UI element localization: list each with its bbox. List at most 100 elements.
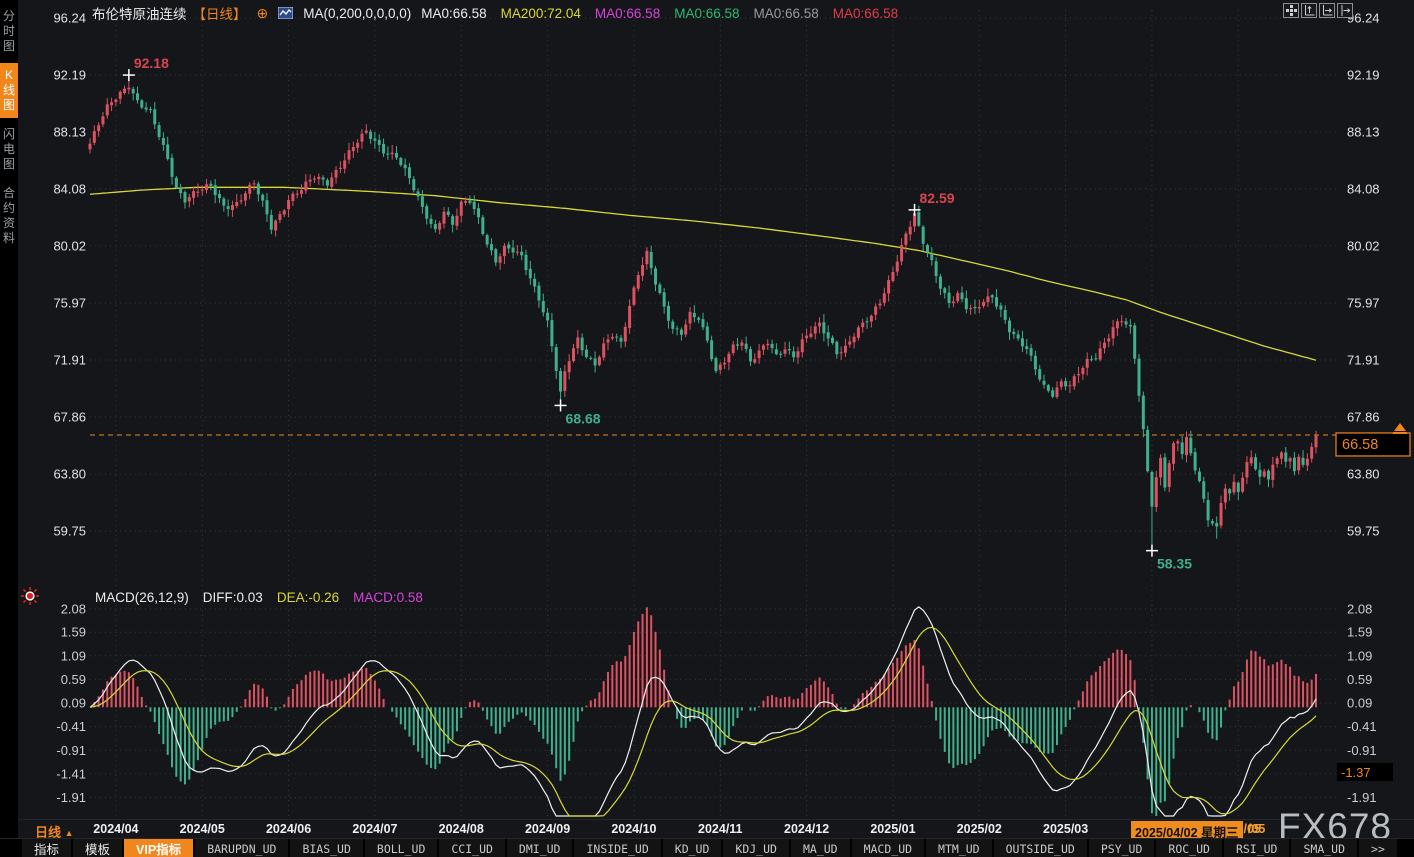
toolbar-tab-MA_UD[interactable]: MA_UD [790, 839, 852, 857]
macd-bar [853, 704, 856, 708]
macd-bar [796, 698, 799, 708]
candle-body [1279, 452, 1283, 459]
candle-body [520, 251, 524, 256]
sidebar-tab-3[interactable]: 合 约 资 料 [0, 181, 18, 251]
toolbar-tab-VIP-[interactable]: VIP指标 [124, 839, 196, 857]
candle-body [1249, 457, 1253, 464]
macd-bar [201, 707, 204, 750]
toolbar-tab-BOLL_UD[interactable]: BOLL_UD [364, 839, 440, 857]
toolbar-tab-KD_UD[interactable]: KD_UD [662, 839, 724, 857]
toolbar-tab-BIAS_UD[interactable]: BIAS_UD [290, 839, 365, 857]
alert-burst-icon[interactable] [20, 586, 40, 606]
x-axis-label: 2024/11 [698, 822, 743, 836]
toolbar-tab-ROC_UD[interactable]: ROC_UD [1156, 839, 1224, 857]
extreme-price-label: 92.18 [134, 55, 169, 71]
candle-body [593, 358, 597, 366]
chart-plot[interactable]: 2024/04 2024/05 2024/06 2024/07 2024/08 2024/… [0, 0, 1414, 857]
candle-body [567, 361, 571, 373]
shift-right-icon[interactable] [1337, 3, 1353, 18]
candle-body [546, 312, 550, 321]
macd-bar [227, 707, 230, 721]
macd-bar [1163, 707, 1166, 802]
sidebar: 分 时 图 K 线 图闪 电 图合 约 资 料 [0, 0, 18, 838]
macd-bar [555, 707, 558, 769]
macd-bar [1207, 707, 1210, 733]
price-axis-label-right: 80.02 [1347, 239, 1380, 254]
candle-body [407, 167, 411, 179]
candle-body [774, 349, 778, 355]
candle-body [645, 250, 649, 265]
toolbar-tab-CCI_UD[interactable]: CCI_UD [439, 839, 507, 857]
candle-body [123, 88, 127, 94]
candle-body [796, 351, 800, 358]
candle-body [300, 190, 304, 194]
toolbar-tab-MACD_UD[interactable]: MACD_UD [851, 839, 927, 857]
toolbar-tab-SMA_UD[interactable]: SMA_UD [1291, 839, 1360, 857]
candle-body [731, 344, 735, 353]
candle-body [1146, 429, 1150, 472]
candle-body [1077, 374, 1081, 376]
macd-series[interactable] [89, 606, 1317, 817]
macd-bar [740, 707, 743, 711]
candle-body [783, 349, 787, 354]
macd-bar [930, 700, 933, 708]
candle-body [930, 253, 934, 261]
toolbar-tab-MTM_UD[interactable]: MTM_UD [926, 839, 994, 857]
macd-bar [1314, 673, 1317, 708]
candle-body [1124, 321, 1128, 325]
sidebar-tab-1[interactable]: K 线 图 [0, 63, 18, 118]
macd-bar [218, 707, 221, 722]
toolbar-tab--[interactable]: 模板 [73, 839, 125, 857]
macd-axis-label-left: -1.91 [56, 790, 86, 805]
candle-body [304, 181, 308, 191]
candle-body [1180, 442, 1184, 455]
candle-body [1301, 457, 1305, 465]
plus-circle-icon[interactable]: ⊕ [257, 6, 269, 20]
candle-body [243, 193, 247, 201]
candle-body [1206, 500, 1210, 521]
candle-body [170, 157, 174, 177]
toolbar-tab-OUTSIDE_UD[interactable]: OUTSIDE_UD [993, 839, 1089, 857]
sidebar-tab-2[interactable]: 闪 电 图 [0, 122, 18, 177]
macd-bar [594, 698, 597, 708]
toolbar-tab-INSIDE_UD[interactable]: INSIDE_UD [574, 839, 663, 857]
indicator-toolbar: 指标 模板 VIP指标 BARUPDN_UD BIAS_UD BOLL_UD CCI_UD D… [0, 838, 1414, 857]
candle-body [377, 139, 381, 145]
toolbar-tab--[interactable]: 指标 [22, 839, 74, 857]
macd-bar [404, 707, 407, 730]
sidebar-tab-0[interactable]: 分 时 图 [0, 4, 18, 59]
candle-body [92, 131, 96, 143]
scale-y-icon[interactable] [1301, 3, 1317, 18]
candle-body [248, 184, 252, 194]
toolbar-tab-DMI_UD[interactable]: DMI_UD [506, 839, 575, 857]
macd-value: MACD:0.58 [353, 590, 423, 605]
candle-body [287, 200, 291, 210]
toolbar-tab-BARUPDN_UD[interactable]: BARUPDN_UD [195, 839, 291, 857]
macd-bar [585, 705, 588, 708]
macd-bar [412, 707, 415, 746]
chart-header: 布伦特原油连续 【日线】 ⊕ MA(0,200,0,0,0,0) MA0:66.… [92, 3, 898, 23]
candle-body [960, 292, 964, 300]
toolbar-tab-RSI_UD[interactable]: RSI_UD [1223, 839, 1292, 857]
ma-legend-item-3: MA0:66.58 [674, 5, 740, 21]
toolbar-tab-PSY_UD[interactable]: PSY_UD [1088, 839, 1157, 857]
candlestick-series[interactable] [88, 75, 1318, 551]
candle-body [615, 336, 619, 338]
toolbar-tab-KDJ_UD[interactable]: KDJ_UD [723, 839, 791, 857]
candle-body [455, 215, 459, 226]
candle-body [97, 125, 101, 132]
candle-body [222, 198, 226, 206]
scale-x-icon[interactable] [1319, 3, 1335, 18]
candle-body [679, 329, 683, 335]
toolbar-tab->>[interactable]: >> [1359, 839, 1399, 857]
macd-bar [965, 707, 968, 766]
macd-bar [1055, 707, 1058, 746]
macd-bar [1150, 707, 1153, 814]
candle-body [843, 345, 847, 353]
pan-icon[interactable] [1283, 3, 1299, 18]
macd-dea-line [89, 626, 1317, 817]
candle-body [822, 322, 826, 334]
macd-bar [1099, 665, 1102, 708]
macd-cursor-tag: -1.37 [1337, 763, 1393, 782]
macd-bar [904, 645, 907, 708]
